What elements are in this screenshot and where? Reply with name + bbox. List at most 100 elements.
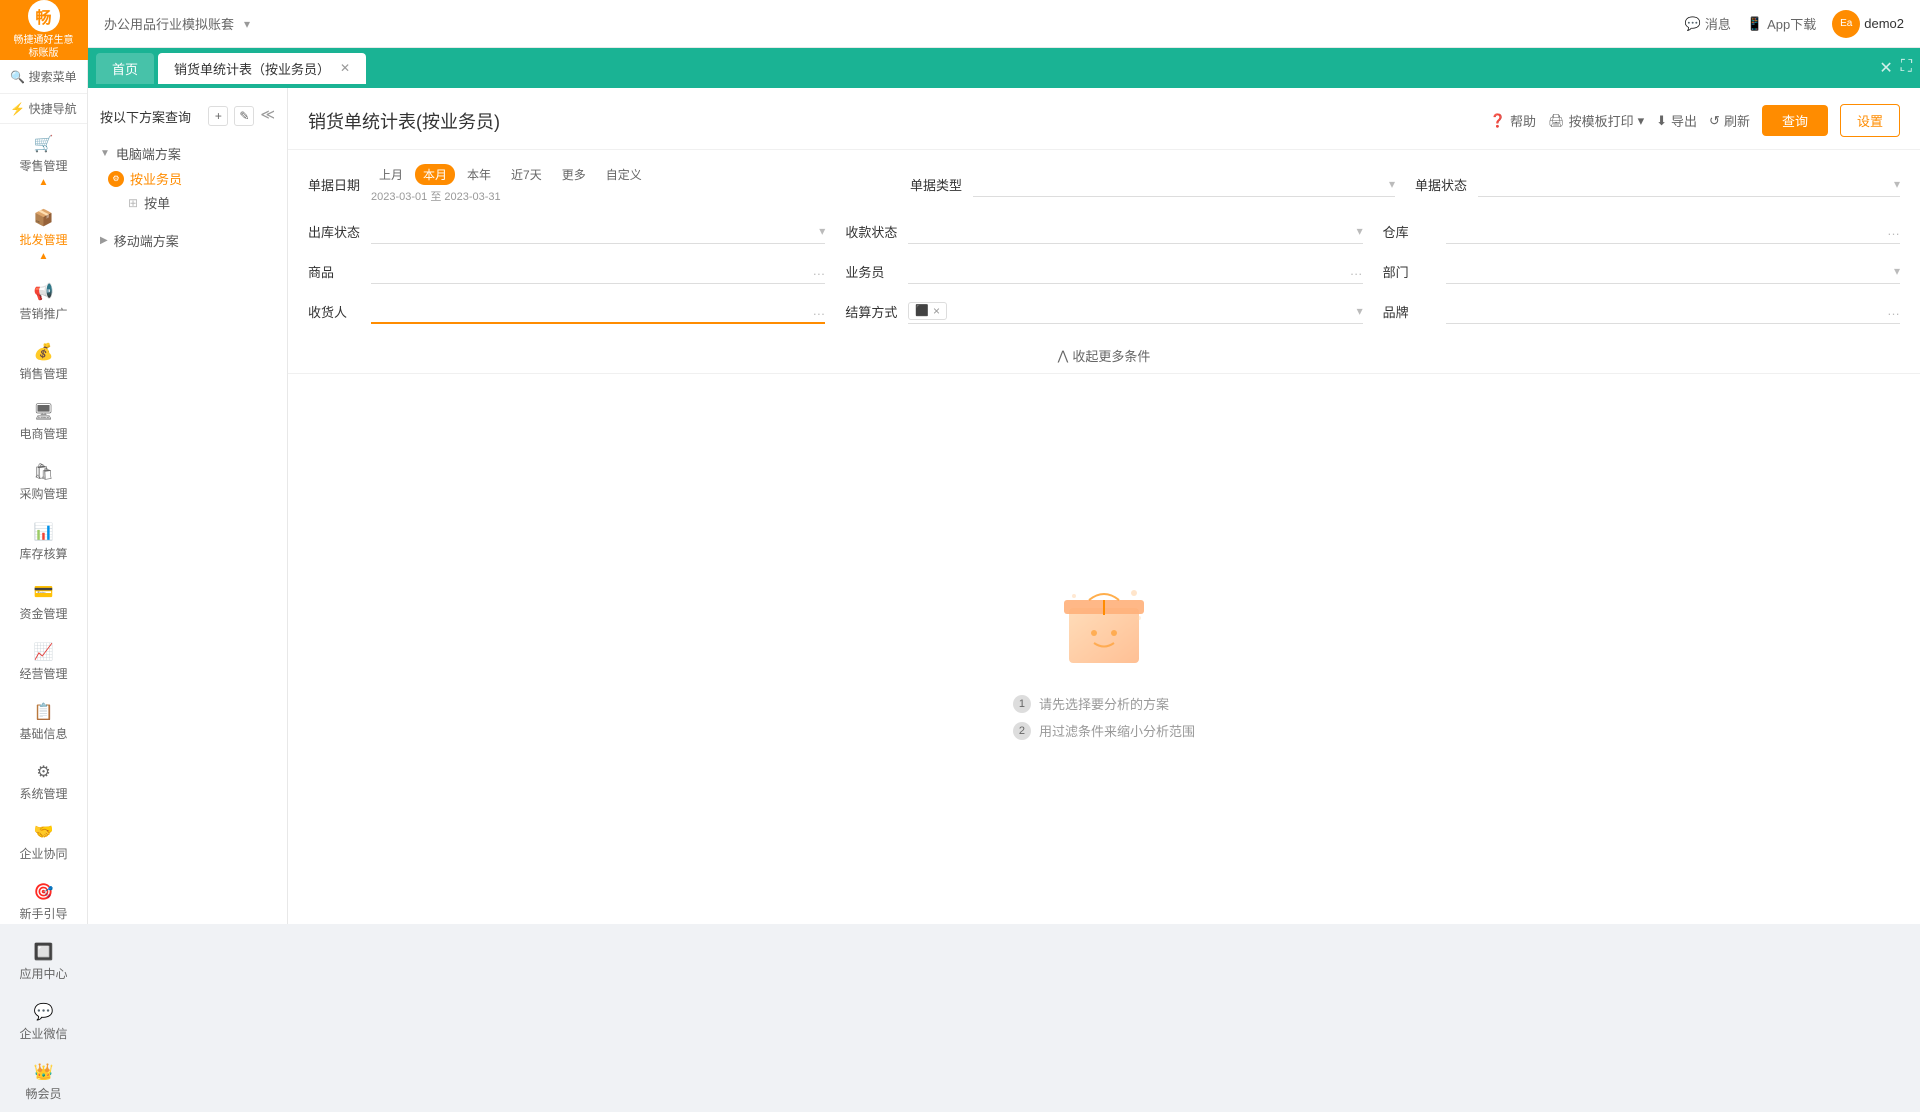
add-scheme-icon: + xyxy=(215,109,222,123)
query-button[interactable]: 查询 xyxy=(1762,105,1828,136)
warehouse-control[interactable]: … xyxy=(1446,218,1900,244)
page-header: 销货单统计表(按业务员) ❓ 帮助 🖨 按模板打印 ▾ ⬇ 导出 xyxy=(288,88,1920,150)
doc-status-control[interactable]: ▾ xyxy=(1478,171,1900,197)
by-order-icon: ⊞ xyxy=(128,196,138,210)
sidebar-item-appcenter[interactable]: 🔲 应用中心 xyxy=(0,932,87,992)
date-tab-7days[interactable]: 近7天 xyxy=(503,164,550,185)
sidebar-item-ecommerce[interactable]: 🖥 电商管理 xyxy=(0,392,87,452)
ecommerce-label: 电商管理 xyxy=(19,425,67,442)
sidebar-item-corpwechat[interactable]: 💬 企业微信 xyxy=(0,992,87,1052)
sidebar-item-marketing[interactable]: 📢 营销推广 xyxy=(0,272,87,332)
date-tab-this-year[interactable]: 本年 xyxy=(459,164,499,185)
sidebar-item-sales[interactable]: 💰 销售管理 xyxy=(0,332,87,392)
purchase-icon: 🛍 xyxy=(33,462,53,482)
marketing-label: 营销推广 xyxy=(19,305,67,322)
doc-type-control[interactable]: ▾ xyxy=(973,171,1395,197)
out-status-control[interactable]: ▾ xyxy=(371,218,825,244)
by-order-scheme[interactable]: ⊞ 按单 xyxy=(88,188,287,217)
sidebar-item-base[interactable]: 📋 基础信息 xyxy=(0,692,87,752)
message-action[interactable]: 💬 消息 xyxy=(1685,14,1731,33)
logo-icon: 畅 xyxy=(28,0,60,32)
sidebar-item-member[interactable]: 👑 畅会员 xyxy=(0,1052,87,1112)
out-status-field: 出库状态 ▾ xyxy=(308,218,825,244)
settings-button[interactable]: 设置 xyxy=(1840,104,1900,137)
edit-scheme-btn[interactable]: ✎ xyxy=(234,106,254,126)
date-tab-custom[interactable]: 自定义 xyxy=(598,164,650,185)
collapse-btn[interactable]: ⋀ 收起更多条件 xyxy=(1058,346,1151,365)
collapse-panel-btn[interactable]: ≪ xyxy=(260,106,275,126)
salesperson-control[interactable]: … xyxy=(908,258,1362,284)
app-title-dropdown[interactable]: ▾ xyxy=(244,17,250,31)
mobile-section-header[interactable]: ▶ 移动端方案 xyxy=(88,225,287,256)
operation-label: 经营管理 xyxy=(19,665,67,682)
tip-text-1: 请先选择要分析的方案 xyxy=(1039,694,1169,713)
date-range: 2023-03-01 至 2023-03-31 xyxy=(371,188,890,204)
user-name: demo2 xyxy=(1864,16,1904,31)
sidebar-search[interactable]: 🔍 搜索菜单 xyxy=(0,60,87,94)
tab-close-icon[interactable]: ✕ xyxy=(340,61,350,75)
date-tab-last-month[interactable]: 上月 xyxy=(371,164,411,185)
consignee-control[interactable]: … xyxy=(371,298,825,324)
app-download-action[interactable]: 📱 App下载 xyxy=(1747,14,1816,33)
search-icon: 🔍 xyxy=(10,70,25,84)
brand-label: 品牌 xyxy=(1383,302,1438,321)
date-label: 单据日期 xyxy=(308,175,363,194)
help-label: 帮助 xyxy=(1510,111,1536,130)
salesperson-scheme[interactable]: ⚙ 按业务员 xyxy=(88,169,287,188)
empty-tip-2: 2 用过滤条件来缩小分析范围 xyxy=(1013,721,1195,740)
pc-section-arrow: ▼ xyxy=(100,148,110,159)
close-window-btn[interactable]: ✕ xyxy=(1879,58,1892,78)
quick-nav[interactable]: ⚡ 快捷导航 xyxy=(0,94,87,124)
payment-field: 结算方式 ⬛ × ▾ xyxy=(845,298,1362,324)
sidebar-item-wholesale[interactable]: 📦 批发管理 ▲ xyxy=(0,198,87,272)
maximize-window-btn[interactable]: ⛶ xyxy=(1901,58,1912,78)
template-print-btn[interactable]: 🖨 按模板打印 ▾ xyxy=(1548,111,1644,130)
purchase-label: 采购管理 xyxy=(19,485,67,502)
goods-field: 商品 … xyxy=(308,258,825,284)
payment-control[interactable]: ⬛ × ▾ xyxy=(908,298,1362,324)
payment-tag-close[interactable]: × xyxy=(933,304,940,318)
finance-icon: 💳 xyxy=(34,582,54,602)
brand-control[interactable]: … xyxy=(1446,298,1900,324)
sales-icon: 💰 xyxy=(34,342,54,362)
empty-tip-1: 1 请先选择要分析的方案 xyxy=(1013,694,1195,713)
top-header: 办公用品行业模拟账套 ▾ 💬 消息 📱 App下载 Ea demo2 xyxy=(88,0,1920,48)
refresh-btn[interactable]: ↺ 刷新 xyxy=(1709,111,1750,130)
sales-label: 销售管理 xyxy=(19,365,67,382)
sidebar-item-system[interactable]: ⚙ 系统管理 xyxy=(0,752,87,812)
sidebar-item-enterprise[interactable]: 🤝 企业协同 xyxy=(0,812,87,872)
sidebar-item-purchase[interactable]: 🛍 采购管理 xyxy=(0,452,87,512)
sidebar-item-operation[interactable]: 📈 经营管理 xyxy=(0,632,87,692)
corpwechat-label: 企业微信 xyxy=(19,1025,67,1042)
user-profile[interactable]: Ea demo2 xyxy=(1832,10,1904,38)
doc-type-field: 单据类型 ▾ xyxy=(910,171,1395,197)
left-panel-actions: + ✎ ≪ xyxy=(208,106,275,126)
dept-control[interactable]: ▾ xyxy=(1446,258,1900,284)
export-btn[interactable]: ⬇ 导出 xyxy=(1656,111,1697,130)
sidebar-item-retail[interactable]: 🛒 零售管理 ▲ xyxy=(0,124,87,198)
help-btn[interactable]: ❓ 帮助 xyxy=(1490,111,1536,130)
search-menu-label: 搜索菜单 xyxy=(29,70,77,84)
sidebar-item-finance[interactable]: 💳 资金管理 xyxy=(0,572,87,632)
tip-text-2: 用过滤条件来缩小分析范围 xyxy=(1039,721,1195,740)
add-scheme-btn[interactable]: + xyxy=(208,106,228,126)
base-label: 基础信息 xyxy=(19,725,67,742)
payment-tag: ⬛ × xyxy=(908,302,947,320)
system-label: 系统管理 xyxy=(19,785,67,802)
sidebar-item-newbie[interactable]: 🎯 新手引导 xyxy=(0,872,87,932)
tab-home[interactable]: 首页 xyxy=(96,53,154,84)
sidebar-item-inventory[interactable]: 📊 库存核算 xyxy=(0,512,87,572)
template-print-label: 按模板打印 xyxy=(1569,111,1634,130)
receipt-status-control[interactable]: ▾ xyxy=(908,218,1362,244)
tab-sales-stat[interactable]: 销货单统计表（按业务员） ✕ xyxy=(158,53,366,84)
pc-section-header[interactable]: ▼ 电脑端方案 xyxy=(88,138,287,169)
date-tab-more[interactable]: 更多 xyxy=(554,164,594,185)
mobile-section-arrow: ▶ xyxy=(100,235,108,246)
mobile-section: ▶ 移动端方案 xyxy=(88,221,287,260)
date-tab-this-month[interactable]: 本月 xyxy=(415,164,455,185)
goods-control[interactable]: … xyxy=(371,258,825,284)
avatar: Ea xyxy=(1832,10,1860,38)
tip-num-2: 2 xyxy=(1013,722,1031,740)
tip-num-1: 1 xyxy=(1013,695,1031,713)
brand-more-icon: … xyxy=(1887,303,1900,318)
